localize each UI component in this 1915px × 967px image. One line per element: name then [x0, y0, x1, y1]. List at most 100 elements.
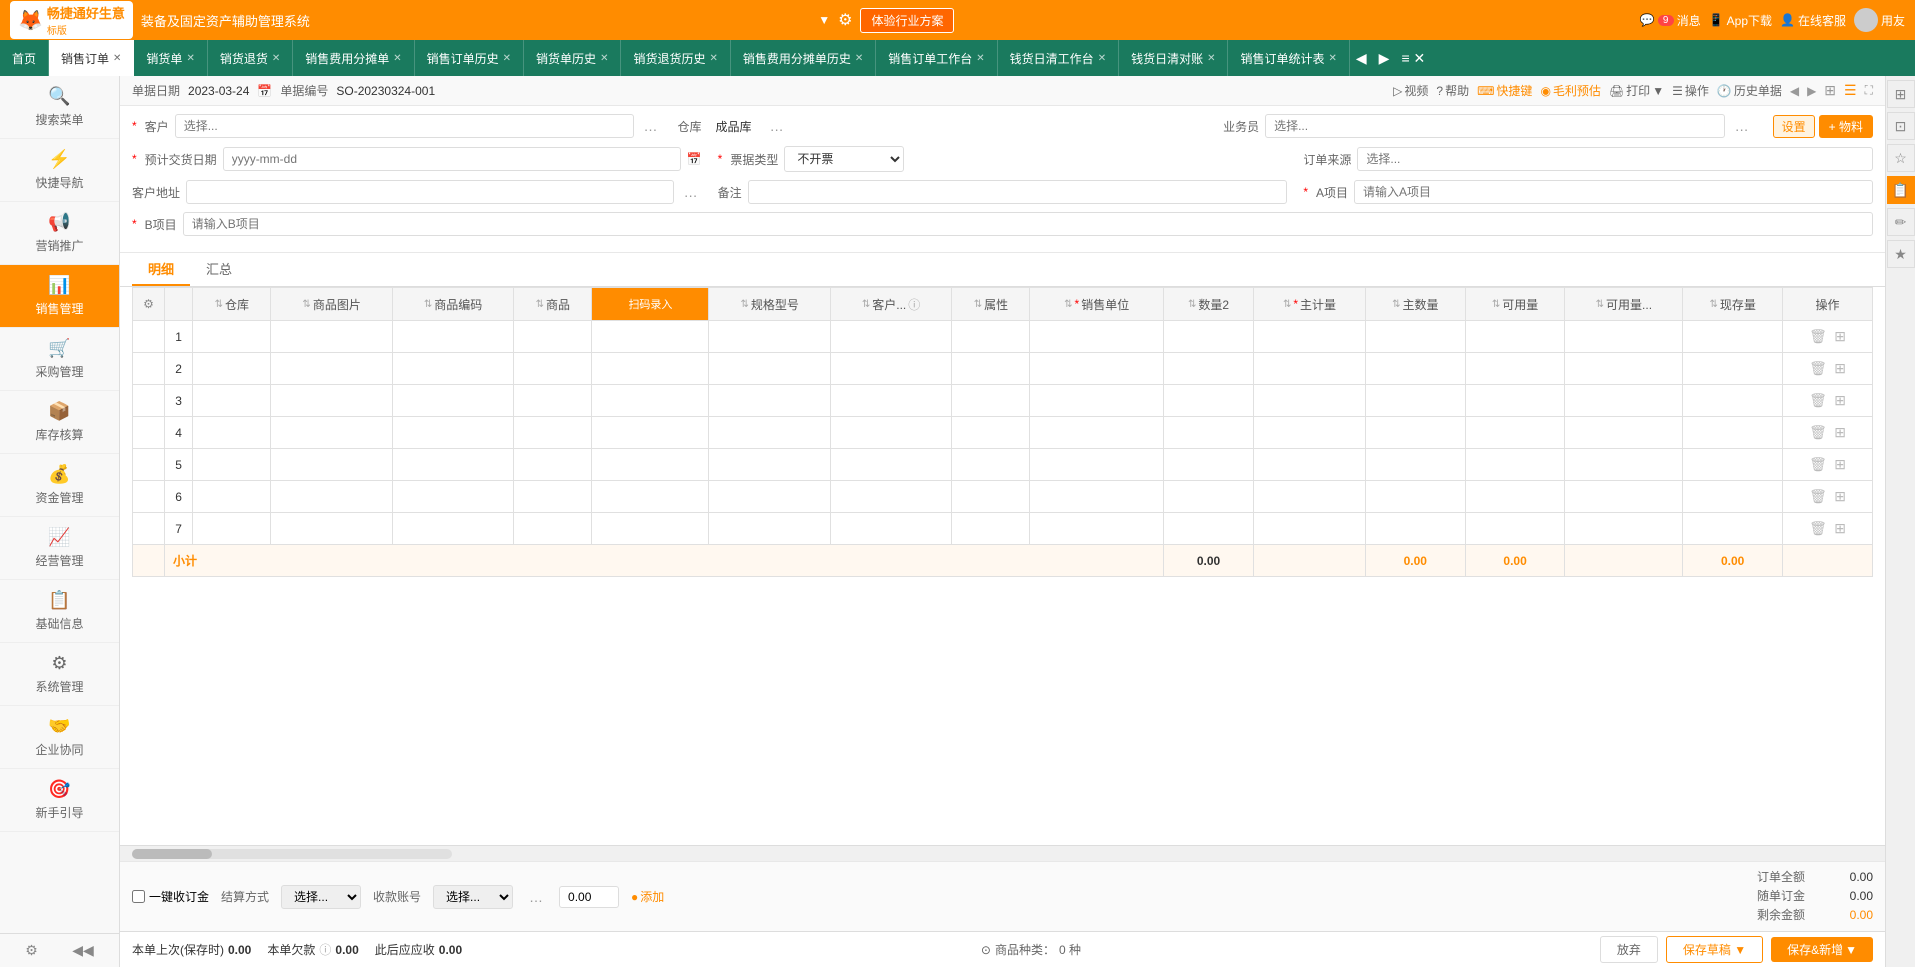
row-5-avail2[interactable]	[1565, 449, 1683, 481]
row-4-qty2[interactable]	[1163, 417, 1253, 449]
row-2-attr[interactable]	[952, 353, 1030, 385]
tab-close-sales-order-workspace[interactable]: ✕	[976, 53, 984, 64]
tab-close-sales-expense-history[interactable]: ✕	[855, 53, 863, 64]
row-5-stock[interactable]	[1683, 449, 1783, 481]
tab-sales-expense[interactable]: 销售费用分摊单 ✕	[293, 40, 414, 76]
tab-close-sales-return[interactable]: ✕	[272, 53, 280, 64]
settings-icon[interactable]: ⚙	[838, 10, 852, 30]
tab-sales-goods[interactable]: 销货单 ✕	[134, 40, 207, 76]
sort-stock-icon[interactable]: ⇅	[1709, 299, 1717, 310]
row-7-avail[interactable]	[1465, 513, 1565, 545]
nav-next-record-icon[interactable]: ▶	[1807, 84, 1816, 98]
row-4-avail[interactable]	[1465, 417, 1565, 449]
sidebar-collapse-btn[interactable]: ◀◀	[72, 942, 94, 959]
a-project-input[interactable]	[1354, 180, 1873, 204]
row-1-ccode[interactable]	[830, 321, 951, 353]
sort-goods-icon[interactable]: ⇅	[536, 299, 544, 310]
row-2-stock[interactable]	[1683, 353, 1783, 385]
tab-close-sales-goods-history[interactable]: ✕	[600, 53, 608, 64]
row-3-unit[interactable]	[1030, 385, 1163, 417]
operation-btn[interactable]: ☰ 操作	[1672, 82, 1709, 99]
row-7-goods[interactable]	[514, 513, 592, 545]
sidebar-item-system[interactable]: ⚙ 系统管理	[0, 643, 119, 706]
row-4-goods[interactable]	[514, 417, 592, 449]
column-settings-icon[interactable]: ⚙	[143, 297, 154, 311]
row-7-spec[interactable]	[709, 513, 830, 545]
row-5-code[interactable]	[392, 449, 513, 481]
sort-attr-icon[interactable]: ⇅	[974, 299, 982, 310]
delivery-date-input[interactable]	[223, 147, 681, 171]
row-2-main-unit[interactable]	[1254, 353, 1366, 385]
row-7-warehouse[interactable]	[193, 513, 271, 545]
row-3-main-qty[interactable]	[1365, 385, 1465, 417]
row-1-qty2[interactable]	[1163, 321, 1253, 353]
row-7-attr[interactable]	[952, 513, 1030, 545]
row-6-qty2[interactable]	[1163, 481, 1253, 513]
row-5-attr[interactable]	[952, 449, 1030, 481]
bank-more-btn[interactable]: …	[525, 889, 547, 905]
sidebar-item-search[interactable]: 🔍 搜索菜单	[0, 76, 119, 139]
list-view-icon[interactable]: ☰	[1844, 82, 1857, 99]
row-3-copy-icon[interactable]: ⊞	[1832, 392, 1848, 408]
row-1-stock[interactable]	[1683, 321, 1783, 353]
row-1-warehouse[interactable]	[193, 321, 271, 353]
row-4-unit[interactable]	[1030, 417, 1163, 449]
row-2-unit[interactable]	[1030, 353, 1163, 385]
order-source-input[interactable]	[1357, 147, 1873, 171]
address-more-btn[interactable]: …	[680, 184, 702, 200]
row-1-main-qty[interactable]	[1365, 321, 1465, 353]
online-service-btn[interactable]: 👤 在线客服	[1780, 12, 1846, 29]
row-3-avail2[interactable]	[1565, 385, 1683, 417]
tab-sales-return[interactable]: 销货退货 ✕	[208, 40, 293, 76]
history-btn[interactable]: 🕐 历史单据	[1717, 82, 1782, 99]
sidebar-item-management[interactable]: 📈 经营管理	[0, 517, 119, 580]
tab-summary[interactable]: 汇总	[190, 253, 248, 286]
bank-account-select[interactable]: 选择...	[433, 885, 513, 909]
sidebar-settings-btn[interactable]: ⚙	[25, 942, 38, 959]
b-project-input[interactable]	[183, 212, 1873, 236]
sidebar-item-guide[interactable]: 🎯 新手引导	[0, 769, 119, 832]
add-payment-btn[interactable]: ● 添加	[631, 888, 664, 905]
sidebar-item-inventory[interactable]: 📦 库存核算	[0, 391, 119, 454]
scan-button[interactable]: 扫码录入	[622, 294, 678, 314]
save-new-button[interactable]: 保存&新增 ▼	[1771, 937, 1873, 962]
payment-amount-input[interactable]	[559, 886, 619, 908]
row-5-main-unit[interactable]	[1254, 449, 1366, 481]
row-4-code[interactable]	[392, 417, 513, 449]
print-btn[interactable]: 🖨 打印 ▼	[1609, 82, 1664, 99]
sort-avail-icon[interactable]: ⇅	[1492, 299, 1500, 310]
row-5-spec[interactable]	[709, 449, 830, 481]
row-1-unit[interactable]	[1030, 321, 1163, 353]
sidebar-item-collab[interactable]: 🤝 企业协同	[0, 706, 119, 769]
row-6-spec[interactable]	[709, 481, 830, 513]
row-1-avail2[interactable]	[1565, 321, 1683, 353]
sidebar-item-nav[interactable]: ⚡ 快捷导航	[0, 139, 119, 202]
sort-ccode-icon[interactable]: ⇅	[862, 299, 870, 310]
tab-close-sales-order-history[interactable]: ✕	[503, 53, 511, 64]
sidebar-item-purchase[interactable]: 🛒 采购管理	[0, 328, 119, 391]
customer-address-input[interactable]	[186, 180, 674, 204]
row-2-copy-icon[interactable]: ⊞	[1832, 360, 1848, 376]
row-7-ccode[interactable]	[830, 513, 951, 545]
row-4-spec[interactable]	[709, 417, 830, 449]
row-4-stock[interactable]	[1683, 417, 1783, 449]
sort-avail2-icon[interactable]: ⇅	[1596, 299, 1604, 310]
float-btn-1[interactable]: ⊞	[1887, 80, 1915, 108]
row-4-delete-icon[interactable]: 🗑	[1807, 424, 1829, 440]
row-6-main-qty[interactable]	[1365, 481, 1465, 513]
invoice-type-select[interactable]: 不开票	[784, 146, 904, 172]
ccode-info-icon[interactable]: ⓘ	[908, 296, 920, 313]
save-draft-dropdown-icon[interactable]: ▼	[1734, 943, 1746, 957]
calendar-icon[interactable]: 📅	[257, 84, 272, 98]
row-4-copy-icon[interactable]: ⊞	[1832, 424, 1848, 440]
settings-button[interactable]: 设置	[1773, 115, 1815, 138]
scroll-thumb[interactable]	[132, 849, 212, 859]
row-2-avail[interactable]	[1465, 353, 1565, 385]
save-new-dropdown-icon[interactable]: ▼	[1845, 943, 1857, 957]
customer-input[interactable]	[175, 114, 634, 138]
row-6-warehouse[interactable]	[193, 481, 271, 513]
float-btn-3[interactable]: ☆	[1887, 144, 1915, 172]
row-6-goods[interactable]	[514, 481, 592, 513]
salesperson-input[interactable]	[1265, 114, 1725, 138]
row-5-warehouse[interactable]	[193, 449, 271, 481]
